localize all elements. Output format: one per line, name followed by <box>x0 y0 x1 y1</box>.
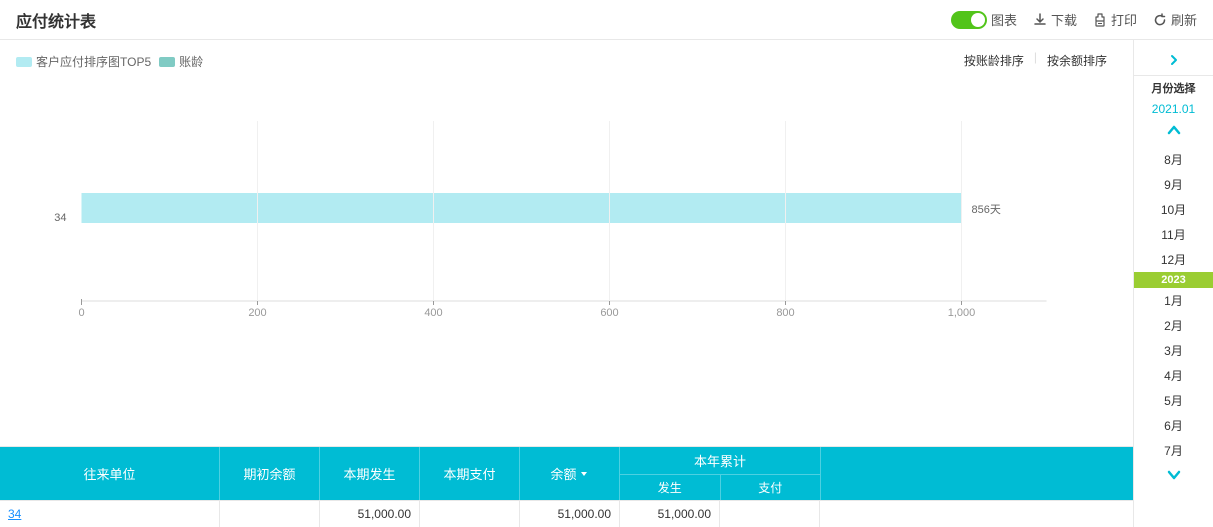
th-opening: 期初余额 <box>220 447 320 500</box>
sidebar-down-arrow[interactable] <box>1134 463 1213 492</box>
td-unit: 34 <box>0 501 220 527</box>
sidebar-section-title: 月份选择 <box>1134 76 1213 100</box>
sidebar-month-1[interactable]: 1月 <box>1134 288 1213 313</box>
chart-body: 34 856天 0 <box>16 81 1117 381</box>
refresh-icon <box>1153 13 1167 27</box>
sidebar-year-marker: 2023 <box>1134 272 1213 288</box>
unit-link[interactable]: 34 <box>8 507 21 521</box>
sidebar-month-8[interactable]: 8月 <box>1134 147 1213 172</box>
legend-color-age <box>159 57 175 67</box>
sidebar-month-12[interactable]: 12月 <box>1134 247 1213 272</box>
svg-text:0: 0 <box>78 307 84 319</box>
legend-item-top5: 客户应付排序图TOP5 <box>16 53 151 70</box>
chart-toggle-label: 图表 <box>991 10 1017 29</box>
table-row: 34 51,000.00 51,000.00 51,000.00 <box>0 500 1133 527</box>
th-balance: 余额 <box>520 447 620 500</box>
svg-text:400: 400 <box>424 307 442 319</box>
sidebar-month-2[interactable]: 2月 <box>1134 313 1213 338</box>
page-header: 应付统计表 图表 下载 打印 <box>0 0 1213 40</box>
sidebar-year-value[interactable]: 2021.01 <box>1134 100 1213 118</box>
main-panel: 客户应付排序图TOP5 账龄 按账龄排序 | 按余额排序 <box>0 40 1133 527</box>
chart-toggle-group[interactable]: 图表 <box>951 10 1017 29</box>
th-unit: 往来单位 <box>0 447 220 500</box>
td-opening <box>220 501 320 527</box>
sidebar-month-6[interactable]: 6月 <box>1134 413 1213 438</box>
chart-header: 客户应付排序图TOP5 账龄 按账龄排序 | 按余额排序 <box>16 50 1117 73</box>
svg-text:34: 34 <box>54 212 66 224</box>
sidebar-collapse-btn[interactable] <box>1134 48 1213 76</box>
bar-chart: 34 856天 0 <box>16 81 1117 361</box>
td-balance: 51,000.00 <box>520 501 620 527</box>
refresh-button[interactable]: 刷新 <box>1153 10 1197 29</box>
sidebar-month-10[interactable]: 10月 <box>1134 197 1213 222</box>
right-sidebar: 月份选择 2021.01 8月 9月 10月 11月 12月 2023 1月 2… <box>1133 40 1213 527</box>
chevron-up-icon <box>1164 120 1184 140</box>
td-ytd-pay <box>720 501 820 527</box>
svg-text:1,000: 1,000 <box>948 307 976 319</box>
th-current-occur: 本期发生 <box>320 447 420 500</box>
balance-sort-icon <box>579 469 589 479</box>
sidebar-month-9[interactable]: 9月 <box>1134 172 1213 197</box>
svg-text:200: 200 <box>248 307 266 319</box>
td-current-pay <box>420 501 520 527</box>
sidebar-month-4[interactable]: 4月 <box>1134 363 1213 388</box>
th-ytd-pay: 支付 <box>721 475 821 500</box>
chart-sort-buttons: 按账龄排序 | 按余额排序 <box>954 50 1117 73</box>
th-ytd-occur: 发生 <box>620 475 721 500</box>
header-actions: 图表 下载 打印 <box>951 10 1197 29</box>
sidebar-month-11[interactable]: 11月 <box>1134 222 1213 247</box>
td-current-occur: 51,000.00 <box>320 501 420 527</box>
th-ytd-group: 本年累计 发生 支付 <box>620 447 821 500</box>
legend-label-top5: 客户应付排序图TOP5 <box>36 53 151 70</box>
chevron-right-icon <box>1166 52 1182 68</box>
download-button[interactable]: 下载 <box>1033 10 1077 29</box>
sidebar-month-5[interactable]: 5月 <box>1134 388 1213 413</box>
sort-by-balance-button[interactable]: 按余额排序 <box>1037 50 1117 73</box>
content-area: 客户应付排序图TOP5 账龄 按账龄排序 | 按余额排序 <box>0 40 1213 527</box>
table-section: 往来单位 期初余额 本期发生 本期支付 余额 <box>0 446 1133 527</box>
sidebar-month-3[interactable]: 3月 <box>1134 338 1213 363</box>
download-label: 下载 <box>1051 10 1077 29</box>
sort-by-age-button[interactable]: 按账龄排序 <box>954 50 1034 73</box>
legend-label-age: 账龄 <box>179 53 203 70</box>
bar-label-34: 856天 <box>972 204 1001 216</box>
download-icon <box>1033 13 1047 27</box>
refresh-label: 刷新 <box>1171 10 1197 29</box>
td-ytd-occur: 51,000.00 <box>620 501 720 527</box>
svg-text:600: 600 <box>600 307 618 319</box>
print-label: 打印 <box>1111 10 1137 29</box>
chart-section: 客户应付排序图TOP5 账龄 按账龄排序 | 按余额排序 <box>0 40 1133 446</box>
print-icon <box>1093 13 1107 27</box>
th-ytd-label: 本年累计 <box>620 447 820 475</box>
th-ytd-sub-row: 发生 支付 <box>620 475 820 500</box>
legend-item-age: 账龄 <box>159 53 203 70</box>
sidebar-up-arrow[interactable] <box>1134 118 1213 147</box>
chart-legend: 客户应付排序图TOP5 账龄 <box>16 53 203 70</box>
chart-toggle-switch[interactable] <box>951 11 987 29</box>
svg-text:800: 800 <box>776 307 794 319</box>
sidebar-month-7[interactable]: 7月 <box>1134 438 1213 463</box>
table-header-main: 往来单位 期初余额 本期发生 本期支付 余额 <box>0 447 1133 500</box>
print-button[interactable]: 打印 <box>1093 10 1137 29</box>
legend-color-top5 <box>16 57 32 67</box>
th-current-pay: 本期支付 <box>420 447 520 500</box>
chevron-down-icon <box>1164 465 1184 485</box>
bar-34 <box>82 193 962 223</box>
page-title: 应付统计表 <box>16 8 96 32</box>
